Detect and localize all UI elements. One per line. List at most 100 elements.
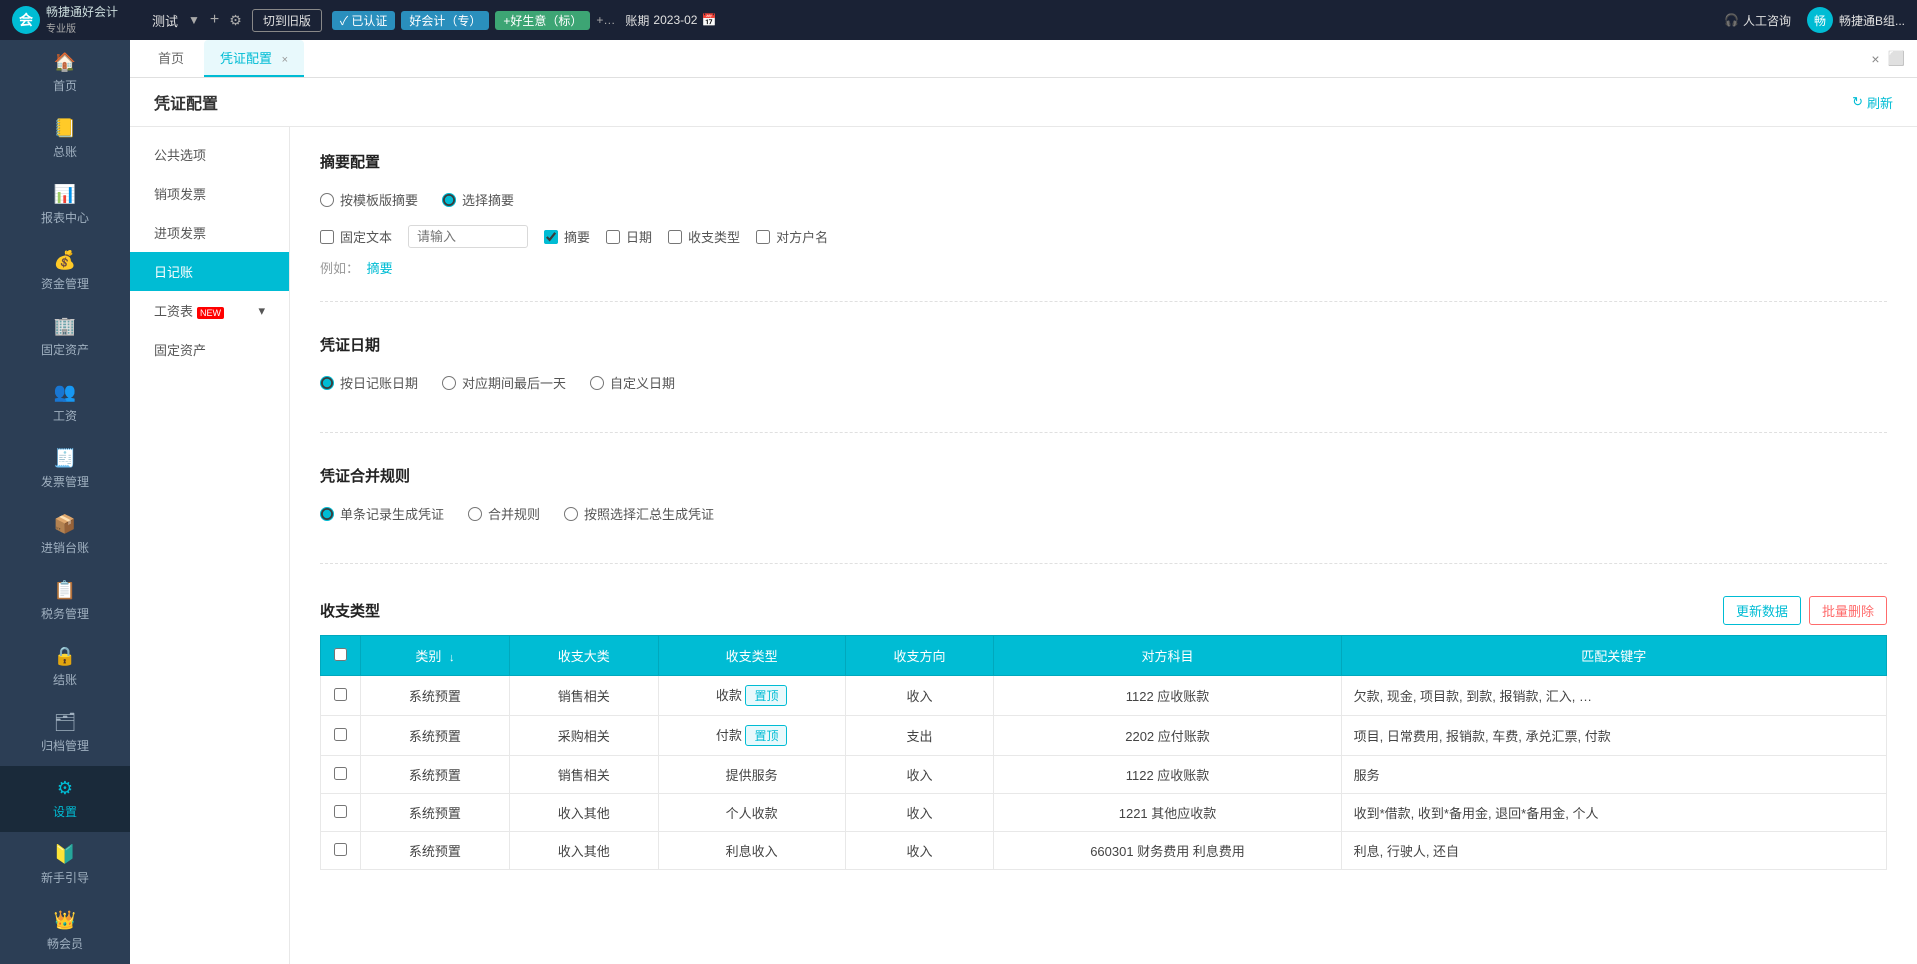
checkbox-summary-input[interactable]	[544, 230, 558, 244]
cell-keywords: 利息, 行驶人, 还自	[1341, 832, 1886, 870]
radio-single[interactable]: 单条记录生成凭证	[320, 504, 444, 523]
col-checkbox[interactable]	[321, 636, 361, 676]
checkbox-fixed-text[interactable]: 固定文本	[320, 227, 392, 246]
content-area: 首页 凭证配置 × × ⬜ 凭证配置 ↻ 刷新	[130, 40, 1917, 964]
left-nav-purchase-invoice[interactable]: 进项发票	[130, 213, 289, 252]
new-badge: NEW	[197, 307, 224, 319]
switch-version-button[interactable]: 切到旧版	[252, 9, 322, 32]
tab-home[interactable]: 首页	[142, 40, 200, 77]
cell-type: 利息收入	[658, 832, 845, 870]
radio-select[interactable]: 选择摘要	[442, 190, 514, 209]
sidebar-item-tax[interactable]: 📋 税务管理	[0, 568, 130, 634]
radio-template[interactable]: 按模板版摘要	[320, 190, 418, 209]
sidebar-item-guide[interactable]: 🔰 新手引导	[0, 832, 130, 898]
radio-custom-date-input[interactable]	[590, 376, 604, 390]
left-nav-salary[interactable]: 工资表NEW ▾	[130, 291, 289, 330]
fixed-text-input[interactable]	[408, 225, 528, 248]
checkbox-income-type-input[interactable]	[668, 230, 682, 244]
cell-checkbox[interactable]	[321, 756, 361, 794]
sidebar-label-ledger: 总账	[53, 143, 77, 160]
left-nav-fixed-assets[interactable]: 固定资产	[130, 330, 289, 369]
radio-aggregate-input[interactable]	[564, 507, 578, 521]
radio-custom-date[interactable]: 自定义日期	[590, 373, 675, 392]
col-main-type: 收支大类	[509, 636, 658, 676]
checkbox-income-type[interactable]: 收支类型	[668, 227, 740, 246]
sidebar-item-purchase[interactable]: 📦 进销台账	[0, 502, 130, 568]
archive-icon: 🗂	[54, 712, 77, 733]
member-icon: 👑	[54, 910, 76, 931]
calendar-icon[interactable]: 📅	[701, 13, 716, 27]
voucher-merge-radio-group: 单条记录生成凭证 合并规则 按照选择汇总生成凭证	[320, 504, 1887, 523]
radio-merge[interactable]: 合并规则	[468, 504, 540, 523]
sidebar-item-reports[interactable]: 📊 报表中心	[0, 172, 130, 238]
logo-sub: 专业版	[46, 20, 118, 35]
sidebar-item-invoice[interactable]: 🧾 发票管理	[0, 436, 130, 502]
table-row: 系统预置 采购相关 付款 置顶 支出 2202 应付账款 项目, 日常费用, 报…	[321, 716, 1887, 756]
sidebar-item-close[interactable]: 🔒 结账	[0, 634, 130, 700]
cell-checkbox[interactable]	[321, 716, 361, 756]
tag-product2: +好生意（标）	[495, 11, 590, 30]
sidebar-item-home[interactable]: 🏠 首页	[0, 40, 130, 106]
user-menu[interactable]: 畅 畅捷通B组...	[1807, 7, 1905, 33]
radio-period-last-input[interactable]	[442, 376, 456, 390]
select-all-checkbox[interactable]	[334, 648, 347, 661]
radio-single-input[interactable]	[320, 507, 334, 521]
voucher-merge-title: 凭证合并规则	[320, 465, 1887, 486]
update-data-button[interactable]: 更新数据	[1723, 596, 1801, 625]
checkbox-counterpart-name[interactable]: 对方户名	[756, 227, 828, 246]
ledger-icon: 📒	[54, 118, 76, 139]
tab-close-icon[interactable]: ×	[282, 54, 288, 66]
refresh-icon: ↻	[1852, 94, 1863, 110]
cell-main-type: 销售相关	[509, 756, 658, 794]
top-tag[interactable]: 置顶	[745, 685, 787, 706]
checkbox-counterpart-name-input[interactable]	[756, 230, 770, 244]
cell-subject: 2202 应付账款	[994, 716, 1341, 756]
sidebar-item-archive[interactable]: 🗂 归档管理	[0, 700, 130, 766]
cell-subject: 1122 应收账款	[994, 756, 1341, 794]
cell-direction: 收入	[845, 794, 994, 832]
sidebar-item-member[interactable]: 👑 畅会员	[0, 898, 130, 964]
sidebar-item-assets[interactable]: 🏢 固定资产	[0, 304, 130, 370]
gear-icon[interactable]: ⚙	[229, 12, 242, 29]
account-period-value: 2023-02	[653, 13, 697, 27]
left-nav-public[interactable]: 公共选项	[130, 135, 289, 174]
checkbox-date-input[interactable]	[606, 230, 620, 244]
cell-checkbox[interactable]	[321, 794, 361, 832]
top-tag[interactable]: 置顶	[745, 725, 787, 746]
refresh-button[interactable]: ↻ 刷新	[1852, 93, 1893, 112]
assets-icon: 🏢	[54, 316, 76, 337]
sidebar-item-ledger[interactable]: 📒 总账	[0, 106, 130, 172]
radio-journal-date[interactable]: 按日记账日期	[320, 373, 418, 392]
service-button[interactable]: 🎧 人工咨询	[1724, 12, 1791, 29]
radio-aggregate[interactable]: 按照选择汇总生成凭证	[564, 504, 714, 523]
checkbox-date[interactable]: 日期	[606, 227, 652, 246]
left-nav-journal[interactable]: 日记账	[130, 252, 289, 291]
batch-delete-button[interactable]: 批量删除	[1809, 596, 1887, 625]
radio-select-input[interactable]	[442, 193, 456, 207]
radio-template-input[interactable]	[320, 193, 334, 207]
sidebar-item-settings[interactable]: ⚙ 设置	[0, 766, 130, 832]
tab-close-window-button[interactable]: ×	[1871, 51, 1879, 67]
avatar: 畅	[1807, 7, 1833, 33]
tab-expand-button[interactable]: ⬜	[1888, 50, 1905, 67]
tab-voucher-config[interactable]: 凭证配置 ×	[204, 40, 304, 77]
company-dropdown-icon[interactable]: ▼	[188, 13, 200, 27]
main-layout: 🏠 首页 📒 总账 📊 报表中心 💰 资金管理 🏢 固定资产 👥 工资 🧾 发票…	[0, 40, 1917, 964]
sidebar-item-funds[interactable]: 💰 资金管理	[0, 238, 130, 304]
table-header: 类别 ↓ 收支大类 收支类型 收支方向 对方科目 匹配关键字	[321, 636, 1887, 676]
add-icon[interactable]: +	[210, 11, 219, 29]
sidebar-label-funds: 资金管理	[41, 275, 89, 292]
cell-checkbox[interactable]	[321, 832, 361, 870]
logo-icon: 会	[12, 6, 40, 34]
cell-category: 系统预置	[361, 832, 510, 870]
sidebar-item-salary[interactable]: 👥 工资	[0, 370, 130, 436]
radio-merge-input[interactable]	[468, 507, 482, 521]
radio-period-last[interactable]: 对应期间最后一天	[442, 373, 566, 392]
user-name: 畅捷通B组...	[1839, 12, 1905, 29]
left-nav-sales-invoice[interactable]: 销项发票	[130, 174, 289, 213]
radio-journal-date-input[interactable]	[320, 376, 334, 390]
cell-checkbox[interactable]	[321, 676, 361, 716]
checkbox-summary[interactable]: 摘要	[544, 227, 590, 246]
checkbox-fixed-text-input[interactable]	[320, 230, 334, 244]
cell-keywords: 项目, 日常费用, 报销款, 车费, 承兑汇票, 付款	[1341, 716, 1886, 756]
